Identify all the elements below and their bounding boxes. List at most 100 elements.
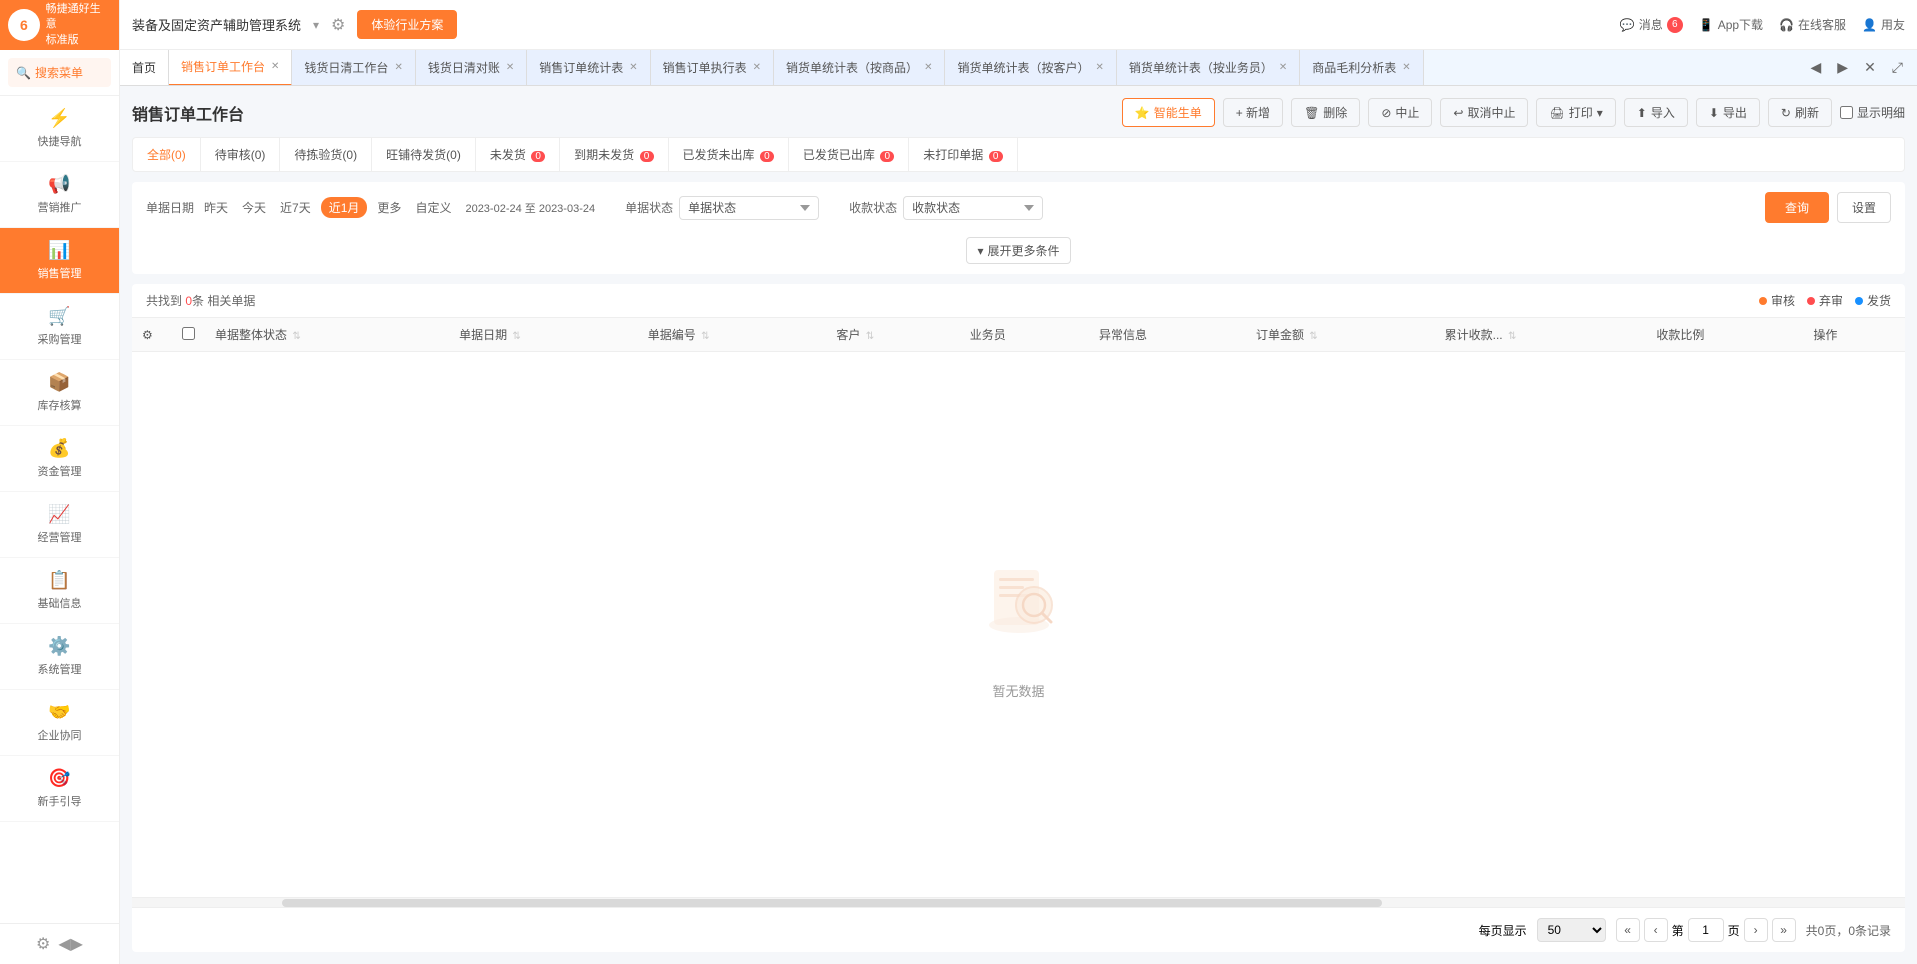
stop-button[interactable]: ⊘ 中止 xyxy=(1368,98,1432,127)
tab-customer-stats[interactable]: 销货单统计表（按客户） ✕ xyxy=(945,50,1116,86)
ship-action-button[interactable]: 发货 xyxy=(1855,292,1891,309)
sidebar-item-system[interactable]: ⚙️ 系统管理 xyxy=(0,624,119,690)
sidebar-item-quick-nav[interactable]: ⚡ 快捷导航 xyxy=(0,96,119,162)
app-download-button[interactable]: 📱 App下载 xyxy=(1699,16,1763,33)
page-first-button[interactable]: « xyxy=(1616,918,1640,942)
date-range-filter: 2023-02-24 至 2023-03-24 xyxy=(465,200,595,216)
tab-staff-stats-close[interactable]: ✕ xyxy=(1279,62,1287,73)
online-support-button[interactable]: 🎧 在线客服 xyxy=(1779,16,1846,33)
add-button[interactable]: + 新增 xyxy=(1223,98,1283,127)
cancel-stop-button[interactable]: ↩ 取消中止 xyxy=(1440,98,1528,127)
user-button[interactable]: 👤 用友 xyxy=(1862,16,1905,33)
sidebar-item-marketing[interactable]: 📢 营销推广 xyxy=(0,162,119,228)
sort-customer-icon[interactable]: ⇅ xyxy=(866,331,874,342)
sub-tab-shipped-no-stock[interactable]: 已发货未出库 0 xyxy=(669,138,789,171)
tab-margin-analysis[interactable]: 商品毛利分析表 ✕ xyxy=(1300,50,1423,86)
content-area: 销售订单工作台 ⭐ 智能生单 + 新增 🗑 删除 ⊘ 中止 ↩ 取消中止 xyxy=(120,86,1917,964)
smart-create-button[interactable]: ⭐ 智能生单 xyxy=(1122,98,1215,127)
sub-tab-shop-pending[interactable]: 旺铺待发货(0) xyxy=(372,138,476,171)
tab-sales-stats[interactable]: 销售订单统计表 ✕ xyxy=(527,50,650,86)
date-today[interactable]: 今天 xyxy=(238,197,270,218)
horizontal-scrollbar[interactable] xyxy=(282,899,1382,907)
th-config: ⚙ xyxy=(132,318,172,352)
sort-status-icon[interactable]: ⇅ xyxy=(292,331,300,342)
sidebar-item-inventory[interactable]: 📦 库存核算 xyxy=(0,360,119,426)
tab-sales-workbench[interactable]: 销售订单工作台 ✕ xyxy=(169,50,292,86)
collapse-footer-button[interactable]: ◀▶ xyxy=(58,934,83,954)
sub-tab-pending-review[interactable]: 待审核(0) xyxy=(201,138,281,171)
tab-order-exec[interactable]: 销售订单执行表 ✕ xyxy=(651,50,774,86)
sidebar-item-guide[interactable]: 🎯 新手引导 xyxy=(0,756,119,822)
page-navigation: « ‹ 第 页 › » xyxy=(1616,918,1796,942)
query-button[interactable]: 查询 xyxy=(1765,192,1829,223)
sidebar-item-finance[interactable]: 💰 资金管理 xyxy=(0,426,119,492)
dropdown-icon: ▾ xyxy=(313,18,319,32)
tab-daily-clear[interactable]: 钱货日清工作台 ✕ xyxy=(292,50,415,86)
tab-product-stats[interactable]: 销货单统计表（按商品） ✕ xyxy=(774,50,945,86)
approve-action-button[interactable]: 审核 xyxy=(1759,292,1795,309)
date-1month[interactable]: 近1月 xyxy=(321,197,368,218)
date-custom[interactable]: 自定义 xyxy=(411,197,455,218)
tab-customer-stats-close[interactable]: ✕ xyxy=(1095,62,1103,73)
page-size-select[interactable]: 20 50 100 xyxy=(1537,918,1606,942)
sub-tab-shipped-out[interactable]: 已发货已出库 0 xyxy=(789,138,909,171)
date-filter: 单据日期 昨天 今天 近7天 近1月 更多 自定义 xyxy=(146,197,455,218)
tab-sales-stats-close[interactable]: ✕ xyxy=(629,62,637,73)
tab-scroll-right-button[interactable]: ▶ xyxy=(1831,59,1854,76)
tab-daily-clear-label: 钱货日清工作台 xyxy=(304,59,388,76)
sidebar-item-collaboration[interactable]: 🤝 企业协同 xyxy=(0,690,119,756)
select-all-checkbox[interactable] xyxy=(182,327,195,340)
sidebar-item-operations[interactable]: 📈 经营管理 xyxy=(0,492,119,558)
print-button[interactable]: 🖨 打印 ▾ xyxy=(1536,98,1615,127)
refresh-button[interactable]: ↻ 刷新 xyxy=(1768,98,1832,127)
date-7days[interactable]: 近7天 xyxy=(276,197,315,218)
tab-product-stats-close[interactable]: ✕ xyxy=(924,62,932,73)
tab-staff-stats[interactable]: 销货单统计表（按业务员） ✕ xyxy=(1117,50,1300,86)
search-menu-button[interactable]: 🔍 搜索菜单 xyxy=(8,58,111,87)
tab-scroll-left-button[interactable]: ◀ xyxy=(1805,59,1828,76)
export-button[interactable]: ⬇ 导出 xyxy=(1696,98,1760,127)
page-number-input[interactable] xyxy=(1688,918,1724,942)
tab-reconcile[interactable]: 钱货日清对账 ✕ xyxy=(416,50,527,86)
tab-order-exec-close[interactable]: ✕ xyxy=(753,62,761,73)
tab-close-all-button[interactable]: ✕ xyxy=(1858,59,1882,76)
tab-maximize-button[interactable]: ⤢ xyxy=(1886,59,1909,76)
expand-filter-button[interactable]: ▾ 展开更多条件 xyxy=(966,237,1070,264)
sort-date-icon[interactable]: ⇅ xyxy=(512,331,520,342)
tab-reconcile-close[interactable]: ✕ xyxy=(506,62,514,73)
settings-button[interactable]: ⚙ xyxy=(331,15,345,35)
sidebar-item-purchase[interactable]: 🛒 采购管理 xyxy=(0,294,119,360)
sub-tab-all[interactable]: 全部(0) xyxy=(133,138,201,171)
tab-sales-close[interactable]: ✕ xyxy=(271,61,279,72)
sort-amount-icon[interactable]: ⇅ xyxy=(1309,331,1317,342)
filter-setting-button[interactable]: 设置 xyxy=(1837,192,1891,223)
unapprove-action-button[interactable]: 弃审 xyxy=(1807,292,1843,309)
show-detail-checkbox[interactable] xyxy=(1840,106,1853,119)
industry-button[interactable]: 体验行业方案 xyxy=(357,10,457,39)
delete-button[interactable]: 🗑 删除 xyxy=(1291,98,1360,127)
status-select[interactable]: 单据状态 xyxy=(679,196,819,220)
sub-tab-not-shipped[interactable]: 未发货 0 xyxy=(476,138,560,171)
tab-home[interactable]: 首页 xyxy=(120,50,169,86)
settings-footer-button[interactable]: ⚙ xyxy=(36,934,50,954)
tab-margin-close[interactable]: ✕ xyxy=(1402,62,1410,73)
import-button[interactable]: ⬆ 导入 xyxy=(1624,98,1688,127)
page-last-button[interactable]: » xyxy=(1772,918,1796,942)
config-icon[interactable]: ⚙ xyxy=(142,328,153,342)
sub-tab-expired-ship[interactable]: 到期未发货 0 xyxy=(560,138,668,171)
sub-tab-pending-inspect[interactable]: 待拣验货(0) xyxy=(280,138,372,171)
sort-number-icon[interactable]: ⇅ xyxy=(701,331,709,342)
show-detail-label[interactable]: 显示明细 xyxy=(1840,104,1905,121)
sidebar-item-basics[interactable]: 📋 基础信息 xyxy=(0,558,119,624)
sort-cumulative-icon[interactable]: ⇅ xyxy=(1508,331,1516,342)
date-more[interactable]: 更多 xyxy=(373,197,405,218)
message-button[interactable]: 💬 消息 6 xyxy=(1620,16,1683,33)
print-icon: 🖨 xyxy=(1549,106,1564,120)
page-prev-button[interactable]: ‹ xyxy=(1644,918,1668,942)
page-next-button[interactable]: › xyxy=(1744,918,1768,942)
payment-select[interactable]: 收款状态 xyxy=(903,196,1043,220)
tab-daily-clear-close[interactable]: ✕ xyxy=(394,62,402,73)
sub-tab-not-printed[interactable]: 未打印单据 0 xyxy=(909,138,1017,171)
date-yesterday[interactable]: 昨天 xyxy=(200,197,232,218)
sidebar-item-sales[interactable]: 📊 销售管理 xyxy=(0,228,119,294)
